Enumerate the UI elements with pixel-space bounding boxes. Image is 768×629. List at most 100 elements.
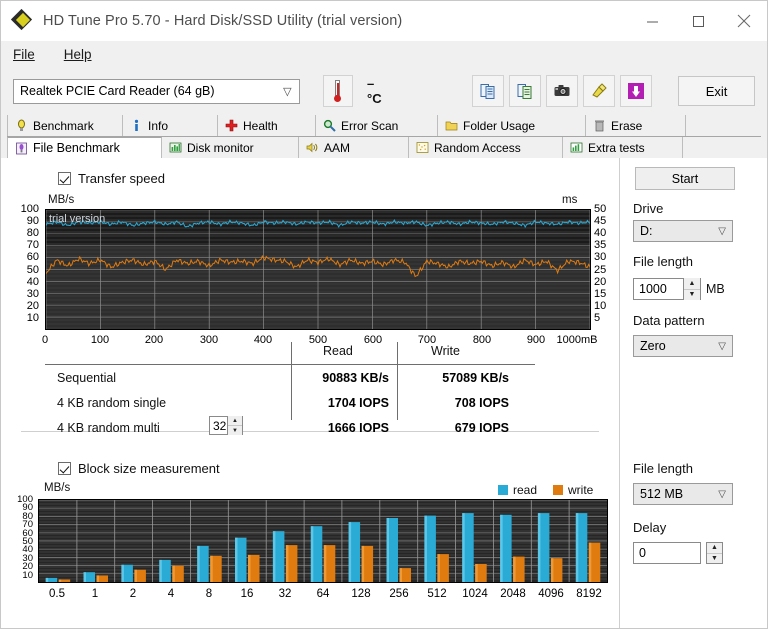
delay-label: Delay — [633, 520, 667, 535]
x-tick: 1000mB — [556, 334, 598, 346]
tab-benchmark[interactable]: Benchmark — [7, 115, 123, 136]
file-length-input[interactable]: 1000 ▲ ▼ — [633, 278, 701, 300]
checkbox-box — [58, 462, 71, 475]
toolbar-button-group — [467, 75, 653, 107]
export-icon[interactable] — [509, 75, 542, 107]
table-header-rule — [45, 364, 535, 365]
tab-health-label: Health — [243, 118, 278, 133]
y2-tick: 45 — [594, 215, 607, 227]
tab-random-access[interactable]: Random Access — [409, 137, 563, 158]
y2-tick: 50 — [594, 203, 607, 215]
tab-file-benchmark-label: File Benchmark — [33, 141, 120, 155]
menu-item-help[interactable]: Help — [61, 45, 104, 64]
y-tick: 90 — [26, 215, 39, 227]
row-write-sequential: 57089 KB/s — [442, 371, 509, 385]
tab-extra-tests[interactable]: Extra tests — [563, 137, 683, 158]
camera-icon[interactable] — [546, 75, 579, 107]
row-write-random-single: 708 IOPS — [454, 396, 509, 410]
y-tick: 40 — [26, 276, 39, 288]
stepper-up-icon[interactable]: ▲ — [707, 543, 722, 554]
legend-write-swatch — [553, 485, 563, 495]
delay-stepper[interactable]: ▲ ▼ — [706, 542, 723, 564]
transfer-speed-checkbox[interactable]: Transfer speed — [58, 171, 165, 186]
chevron-down-icon: ▽ — [718, 225, 726, 237]
block-y-axis-title: MB/s — [44, 482, 71, 494]
tab-folder-usage[interactable]: Folder Usage — [438, 115, 586, 136]
queue-depth-stepper[interactable]: 32 ▲ ▼ — [209, 416, 243, 435]
stepper-up-icon[interactable]: ▲ — [228, 416, 242, 426]
delay-value: 0 — [639, 546, 646, 560]
x-tick: 900 — [526, 334, 546, 346]
file-bench-icon — [15, 142, 28, 155]
x-tick: 0 — [41, 334, 49, 346]
stepper-down-icon[interactable]: ▼ — [707, 554, 722, 564]
block-file-length-combo[interactable]: 512 MB ▽ — [633, 483, 733, 505]
thermometer-button[interactable] — [322, 75, 353, 107]
tab-bar: Benchmark Info Health Error Scan Folder … — [1, 115, 767, 159]
tab-aam[interactable]: AAM — [299, 137, 409, 158]
bulb-icon — [15, 119, 28, 132]
tab-erase[interactable]: Erase — [586, 115, 686, 136]
y-tick: 60 — [26, 251, 39, 263]
stepper-buttons[interactable]: ▲ ▼ — [227, 416, 242, 435]
close-icon[interactable] — [721, 1, 767, 41]
row-write-random-multi: 679 IOPS — [454, 421, 509, 435]
trash-icon — [593, 119, 606, 132]
stepper-up-icon[interactable]: ▲ — [684, 278, 700, 290]
file-length-unit: MB — [706, 282, 725, 296]
y2-tick: 5 — [594, 312, 601, 324]
file-length-stepper[interactable]: ▲ ▼ — [683, 278, 700, 300]
x-tick: 200 — [144, 334, 164, 346]
tab-aam-label: AAM — [324, 140, 351, 155]
toolbar: Realtek PCIE Card Reader (64 gB) ▽ – °C — [1, 67, 767, 115]
col-header-read: Read — [323, 344, 353, 358]
window-controls — [629, 1, 767, 41]
download-icon[interactable] — [620, 75, 653, 107]
brush-icon[interactable] — [583, 75, 616, 107]
y2-tick: 15 — [594, 288, 607, 300]
exit-button[interactable]: Exit — [678, 76, 755, 106]
y2-tick: 10 — [594, 300, 607, 312]
copy-icon[interactable] — [472, 75, 505, 107]
tab-erase-label: Erase — [611, 118, 643, 133]
drive-select-combo[interactable]: Realtek PCIE Card Reader (64 gB) ▽ — [13, 78, 300, 104]
row-read-random-single: 1704 IOPS — [327, 396, 389, 410]
block-size-checkbox[interactable]: Block size measurement — [58, 461, 220, 476]
left-column: Transfer speed MB/s ms 10 20 30 40 50 60 70 80 9… — [1, 158, 619, 628]
app-window: HD Tune Pro 5.70 - Hard Disk/SSD Utility… — [0, 0, 768, 629]
app-logo-icon — [10, 8, 34, 32]
tab-file-benchmark[interactable]: File Benchmark — [7, 137, 162, 159]
menu-item-file[interactable]: File — [10, 45, 47, 64]
x-tick: 800 — [472, 334, 492, 346]
data-pattern-value: Zero — [640, 339, 666, 353]
stepper-down-icon[interactable]: ▼ — [684, 290, 700, 301]
tab-info[interactable]: Info — [123, 115, 218, 136]
file-length-label-top: File length — [633, 254, 693, 269]
col-header-write: Write — [431, 344, 460, 358]
drive-combo[interactable]: D: ▽ — [633, 220, 733, 242]
drive-label: Drive — [633, 201, 664, 216]
file-length-label-bottom: File length — [633, 461, 693, 476]
delay-input[interactable]: 0 — [633, 542, 701, 564]
data-pattern-combo[interactable]: Zero ▽ — [633, 335, 733, 357]
y-tick: 20 — [26, 300, 39, 312]
trial-watermark: trial version — [49, 213, 106, 225]
start-button[interactable]: Start — [635, 167, 735, 190]
maximize-icon[interactable] — [675, 1, 721, 41]
tab-error-scan[interactable]: Error Scan — [316, 115, 438, 136]
tab-disk-monitor[interactable]: Disk monitor — [162, 137, 299, 158]
menu-help-label: Help — [63, 46, 92, 62]
block-x-tick: 8192 — [576, 588, 602, 600]
minimize-icon[interactable] — [629, 1, 675, 41]
chevron-down-icon: ▽ — [283, 85, 292, 98]
menu-bar: File Help — [1, 41, 767, 67]
stepper-down-icon[interactable]: ▼ — [228, 426, 242, 435]
tab-error-scan-label: Error Scan — [341, 118, 399, 133]
y2-tick: 20 — [594, 276, 607, 288]
row-label-sequential: Sequential — [57, 371, 117, 385]
transfer-speed-graph: trial version — [45, 209, 591, 330]
y-tick: 100 — [20, 203, 39, 215]
tab-health[interactable]: Health — [218, 115, 316, 136]
chevron-down-icon: ▽ — [718, 340, 726, 352]
exit-label: Exit — [705, 83, 728, 99]
